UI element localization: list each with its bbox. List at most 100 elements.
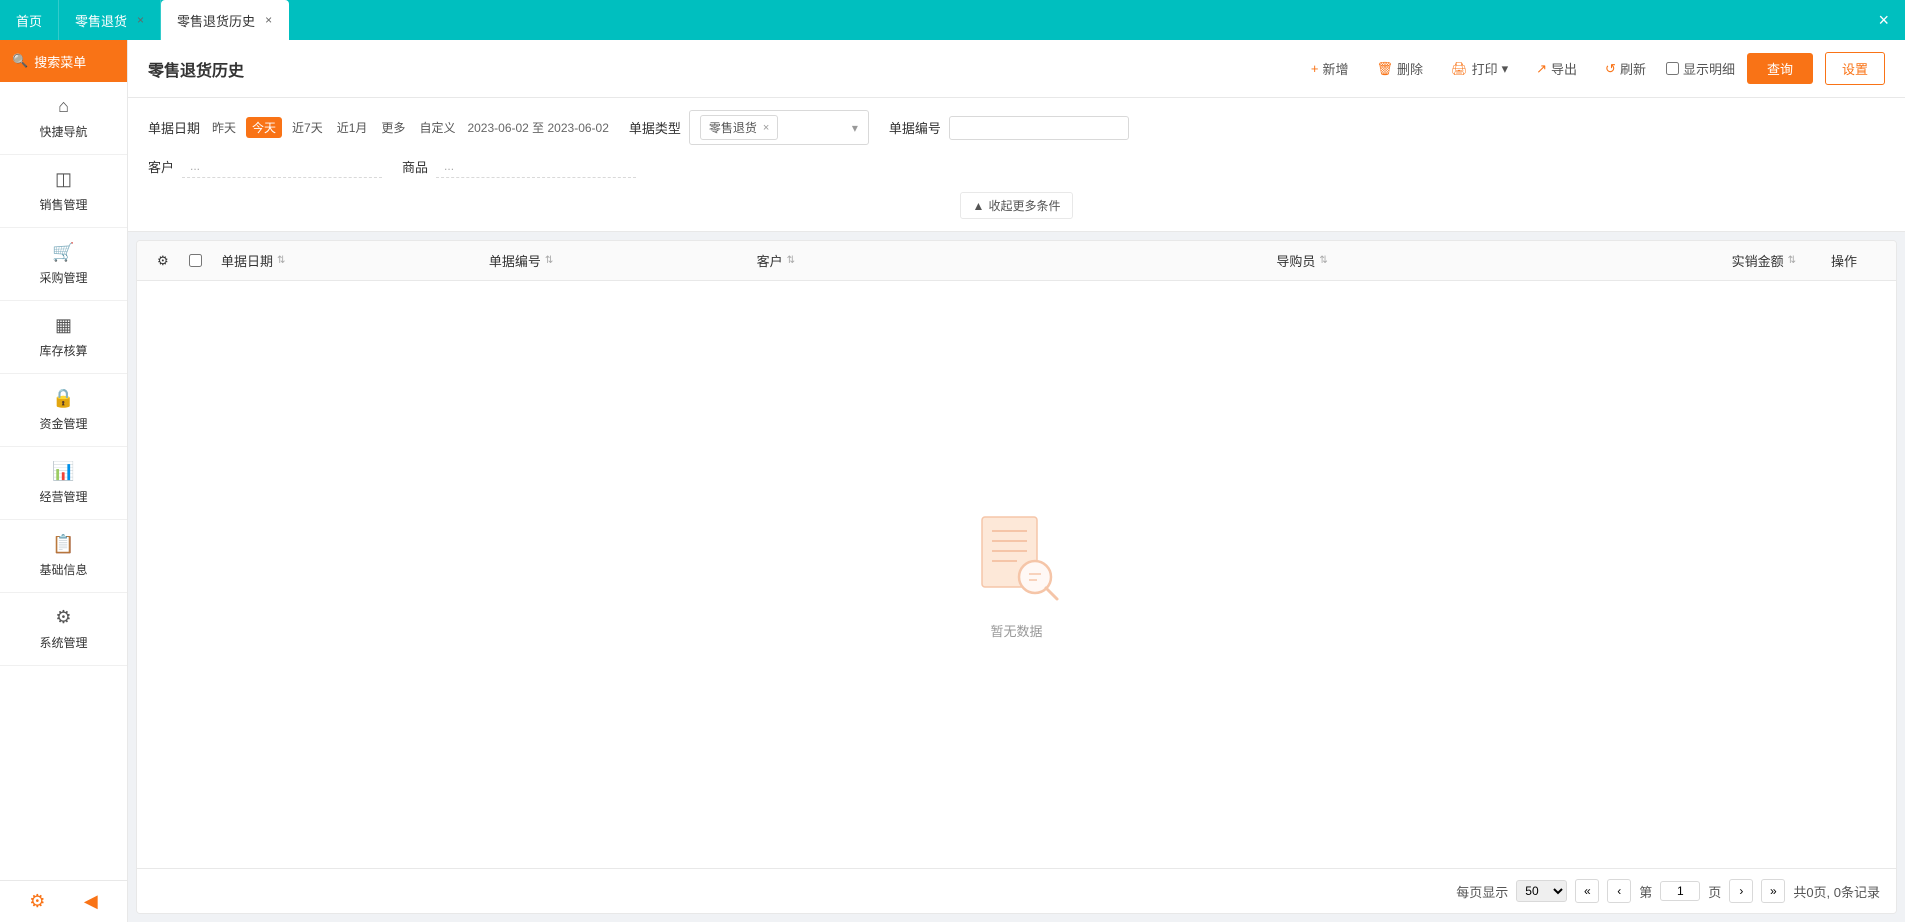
sidebar-item-finance[interactable]: 🔒 资金管理 bbox=[0, 374, 127, 447]
export-label: 导出 bbox=[1551, 59, 1577, 78]
first-page-icon: « bbox=[1584, 884, 1591, 898]
date-opt-1month[interactable]: 近1月 bbox=[333, 117, 372, 138]
customer-filter: 客户 ... bbox=[148, 155, 382, 178]
refresh-icon: ↺ bbox=[1605, 61, 1616, 77]
sidebar-item-quick-nav[interactable]: ⌂ 快捷导航 bbox=[0, 82, 127, 155]
column-amount-label: 实销金额 bbox=[1732, 251, 1784, 270]
date-opt-custom[interactable]: 自定义 bbox=[415, 117, 459, 138]
date-opt-yesterday[interactable]: 昨天 bbox=[208, 117, 240, 138]
system-mgmt-icon: ⚙ bbox=[55, 607, 71, 628]
show-detail-input[interactable] bbox=[1666, 62, 1679, 75]
sidebar-item-inventory[interactable]: ▦ 库存核算 bbox=[0, 301, 127, 374]
bill-type-dropdown-icon: ▾ bbox=[852, 121, 858, 135]
new-button[interactable]: + 新增 bbox=[1303, 55, 1357, 82]
delete-icon: 🗑 bbox=[1377, 61, 1394, 77]
sidebar-item-label: 采购管理 bbox=[39, 269, 87, 286]
goods-label: 商品 bbox=[402, 157, 428, 176]
empty-illustration bbox=[967, 509, 1067, 609]
empty-state: 暂无数据 bbox=[137, 281, 1896, 868]
inventory-icon: ▦ bbox=[55, 315, 72, 336]
setting-button[interactable]: 设置 bbox=[1825, 52, 1885, 85]
date-sort-icon: ⇅ bbox=[277, 255, 285, 266]
print-label: 打印 bbox=[1472, 59, 1498, 78]
per-page-select[interactable]: 50 10 20 100 bbox=[1516, 880, 1567, 902]
bill-type-remove[interactable]: × bbox=[763, 122, 769, 134]
total-records: 共0页, 0条记录 bbox=[1793, 882, 1880, 901]
goods-input[interactable]: ... bbox=[436, 155, 636, 178]
prev-page-button[interactable]: ‹ bbox=[1607, 879, 1631, 903]
first-page-button[interactable]: « bbox=[1575, 879, 1599, 903]
print-button[interactable]: 🖨 打印 ▾ bbox=[1443, 55, 1516, 82]
sidebar-item-sales-mgmt[interactable]: ◫ 销售管理 bbox=[0, 155, 127, 228]
tab-retail-return[interactable]: 零售退货 × bbox=[59, 0, 161, 40]
header-actions: + 新增 🗑 删除 🖨 打印 ▾ ↗ 导出 ↺ 刷新 bbox=[1303, 52, 1885, 85]
home-tab-label: 首页 bbox=[16, 11, 42, 30]
sidebar-item-label: 销售管理 bbox=[39, 196, 87, 213]
next-page-button[interactable]: › bbox=[1729, 879, 1753, 903]
window-close-button[interactable]: × bbox=[1862, 10, 1905, 31]
sales-mgmt-icon: ◫ bbox=[55, 169, 72, 190]
date-opt-today[interactable]: 今天 bbox=[246, 117, 282, 138]
date-opt-7days[interactable]: 近7天 bbox=[288, 117, 327, 138]
sidebar-item-label: 系统管理 bbox=[39, 634, 87, 651]
bill-type-filter: 单据类型 零售退货 × ▾ bbox=[629, 110, 869, 145]
date-range-display: 2023-06-02 至 2023-06-02 bbox=[467, 119, 608, 136]
tab-home[interactable]: 首页 bbox=[0, 0, 59, 40]
sidebar-item-purchase-mgmt[interactable]: 🛒 采购管理 bbox=[0, 228, 127, 301]
sidebar-item-base-info[interactable]: 📋 基础信息 bbox=[0, 520, 127, 593]
date-filter: 单据日期 昨天 今天 近7天 近1月 更多 自定义 2023-06-02 至 2… bbox=[148, 117, 609, 138]
sidebar-item-operations[interactable]: 📊 经营管理 bbox=[0, 447, 127, 520]
sidebar-item-label: 库存核算 bbox=[39, 342, 87, 359]
show-detail-checkbox[interactable]: 显示明细 bbox=[1666, 59, 1735, 78]
new-label: 新增 bbox=[1323, 59, 1349, 78]
search-icon: 🔍 bbox=[12, 53, 28, 69]
bill-no-label: 单据编号 bbox=[889, 118, 941, 137]
sidebar-item-system-mgmt[interactable]: ⚙ 系统管理 bbox=[0, 593, 127, 666]
refresh-button[interactable]: ↺ 刷新 bbox=[1597, 55, 1654, 82]
collapse-button[interactable]: ▲ 收起更多条件 bbox=[960, 192, 1074, 219]
retail-return-history-tab-label: 零售退货历史 bbox=[177, 11, 255, 30]
date-opt-more[interactable]: 更多 bbox=[377, 117, 409, 138]
purchase-mgmt-icon: 🛒 bbox=[52, 242, 74, 263]
retail-return-tab-close[interactable]: × bbox=[137, 13, 144, 27]
column-settings[interactable]: ⚙ bbox=[149, 253, 181, 269]
sidebar-search[interactable]: 🔍 搜索菜单 bbox=[0, 40, 127, 82]
column-bill[interactable]: 单据编号 ⇅ bbox=[481, 251, 749, 270]
export-icon: ↗ bbox=[1536, 61, 1547, 77]
column-bill-label: 单据编号 bbox=[489, 251, 541, 270]
page-number-input[interactable] bbox=[1660, 881, 1700, 901]
bill-no-input[interactable] bbox=[949, 116, 1129, 140]
amount-sort-icon: ⇅ bbox=[1788, 255, 1796, 266]
footer-collapse-icon[interactable]: ◀ bbox=[84, 891, 98, 912]
bill-type-tag: 零售退货 × bbox=[700, 115, 778, 140]
column-guide[interactable]: 导购员 ⇅ bbox=[1268, 251, 1536, 270]
last-page-button[interactable]: » bbox=[1761, 879, 1785, 903]
select-all-checkbox[interactable] bbox=[189, 254, 202, 267]
query-button[interactable]: 查询 bbox=[1747, 53, 1813, 84]
last-page-icon: » bbox=[1770, 884, 1777, 898]
column-guide-label: 导购员 bbox=[1276, 251, 1315, 270]
column-date-label: 单据日期 bbox=[221, 251, 273, 270]
column-checkbox[interactable] bbox=[181, 254, 213, 267]
customer-label: 客户 bbox=[148, 157, 174, 176]
tab-list: 首页 零售退货 × 零售退货历史 × bbox=[0, 0, 1862, 40]
tab-retail-return-history[interactable]: 零售退货历史 × bbox=[161, 0, 289, 40]
bill-type-select[interactable]: 零售退货 × ▾ bbox=[689, 110, 869, 145]
footer-settings-icon[interactable]: ⚙ bbox=[29, 891, 45, 912]
collapse-label: 收起更多条件 bbox=[988, 197, 1060, 214]
content-area: 零售退货历史 + 新增 🗑 删除 🖨 打印 ▾ ↗ 导出 bbox=[128, 40, 1905, 922]
filter-area: 单据日期 昨天 今天 近7天 近1月 更多 自定义 2023-06-02 至 2… bbox=[128, 98, 1905, 232]
delete-button[interactable]: 🗑 删除 bbox=[1369, 55, 1432, 82]
column-date[interactable]: 单据日期 ⇅ bbox=[213, 251, 481, 270]
retail-return-history-tab-close[interactable]: × bbox=[265, 13, 272, 27]
bill-sort-icon: ⇅ bbox=[545, 255, 553, 266]
date-filter-label: 单据日期 bbox=[148, 118, 200, 137]
filter-row-2: 客户 ... 商品 ... bbox=[148, 155, 1885, 178]
main-layout: 🔍 搜索菜单 ⌂ 快捷导航 ◫ 销售管理 🛒 采购管理 ▦ 库存核算 🔒 资金管… bbox=[0, 40, 1905, 922]
column-customer[interactable]: 客户 ⇅ bbox=[749, 251, 1269, 270]
export-button[interactable]: ↗ 导出 bbox=[1528, 55, 1585, 82]
column-amount[interactable]: 实销金额 ⇅ bbox=[1536, 251, 1804, 270]
sidebar-item-label: 资金管理 bbox=[39, 415, 87, 432]
sidebar-footer: ⚙ ◀ bbox=[0, 880, 127, 922]
customer-input[interactable]: ... bbox=[182, 155, 382, 178]
